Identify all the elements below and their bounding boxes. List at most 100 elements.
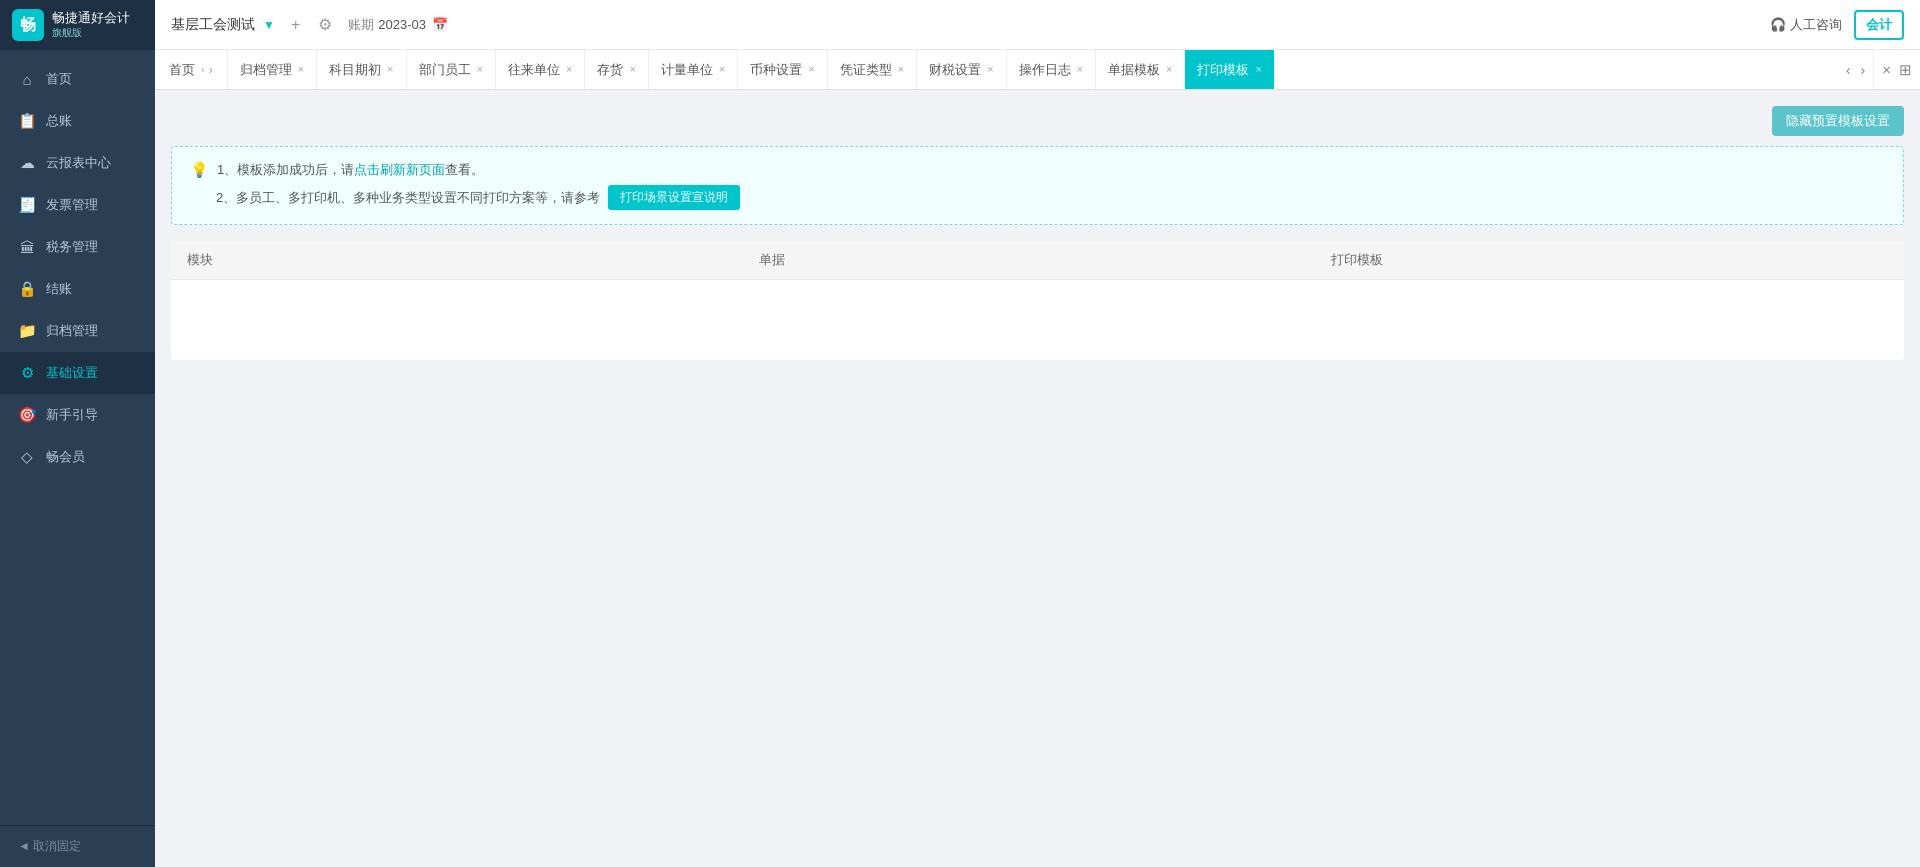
- calendar-icon[interactable]: 📅: [432, 17, 448, 32]
- tab-expand-button[interactable]: ⊞: [1899, 61, 1912, 79]
- tab-inventory-label: 存货: [597, 61, 623, 79]
- tab-vendor[interactable]: 往来单位 ×: [496, 50, 585, 89]
- tab-nav-arrows: ‹ ›: [1838, 50, 1874, 89]
- tab-controls: × ⊞: [1874, 50, 1920, 89]
- sidebar-item-guide-label: 新手引导: [46, 406, 98, 424]
- th-module: 模块: [171, 251, 743, 269]
- tab-home-nav: ‹: [201, 64, 205, 75]
- tax-icon: 🏛: [18, 238, 36, 256]
- tab-tax-setting[interactable]: 财税设置 ×: [917, 50, 1006, 89]
- reports-icon: ☁: [18, 154, 36, 172]
- info-line1-text: 1、模板添加成功后，请: [217, 161, 354, 179]
- th-print-template: 打印模板: [1315, 251, 1904, 269]
- period-display: 账期 2023-03 📅: [348, 16, 448, 34]
- invoice-icon: 🧾: [18, 196, 36, 214]
- period-label: 账期: [348, 16, 374, 34]
- service-label: 人工咨询: [1790, 16, 1842, 34]
- sidebar-nav: ⌂ 首页 📋 总账 ☁ 云报表中心 🧾 发票管理 🏛 税务管理 🔒 结账 📁 归…: [0, 50, 155, 825]
- sidebar-item-archive-label: 归档管理: [46, 322, 98, 340]
- tab-single-receipt-close[interactable]: ×: [1166, 64, 1172, 75]
- tab-currency[interactable]: 币种设置 ×: [738, 50, 827, 89]
- company-settings-button[interactable]: ⚙: [314, 11, 336, 38]
- tab-archive-label: 归档管理: [240, 61, 292, 79]
- sidebar-item-reports-label: 云报表中心: [46, 154, 111, 172]
- sidebar-item-ledger[interactable]: 📋 总账: [0, 100, 155, 142]
- company-dropdown-icon: ▼: [263, 18, 275, 32]
- tab-home[interactable]: 首页 ‹ ›: [155, 50, 228, 89]
- tab-print-template-close[interactable]: ×: [1255, 64, 1261, 75]
- tab-tax-setting-close[interactable]: ×: [987, 64, 993, 75]
- period-value: 2023-03: [378, 17, 426, 32]
- tab-currency-close[interactable]: ×: [808, 64, 814, 75]
- tab-vendor-label: 往来单位: [508, 61, 560, 79]
- tab-unit-close[interactable]: ×: [719, 64, 725, 75]
- table-body: [171, 280, 1904, 360]
- add-company-button[interactable]: +: [287, 12, 304, 38]
- info-line-1: 💡 1、模板添加成功后，请 点击刷新新页面 查看。: [190, 161, 1885, 179]
- bulb-icon: 💡: [190, 161, 209, 179]
- tab-operation-log[interactable]: 操作日志 ×: [1007, 50, 1096, 89]
- tab-operation-log-close[interactable]: ×: [1077, 64, 1083, 75]
- logo-title: 畅捷通好会计: [52, 10, 130, 27]
- topbar-actions: + ⚙: [287, 11, 336, 38]
- sidebar-unpin[interactable]: ◄ 取消固定: [0, 825, 155, 867]
- tab-inventory[interactable]: 存货 ×: [585, 50, 648, 89]
- sidebar-unpin-label: ◄ 取消固定: [18, 838, 81, 855]
- sidebar-item-reports[interactable]: ☁ 云报表中心: [0, 142, 155, 184]
- tab-home-label: 首页: [169, 61, 195, 79]
- tab-operation-log-label: 操作日志: [1019, 61, 1071, 79]
- tab-voucher-type-close[interactable]: ×: [898, 64, 904, 75]
- guide-icon: 🎯: [18, 406, 36, 424]
- tab-subject-close[interactable]: ×: [387, 64, 393, 75]
- tab-department-close[interactable]: ×: [477, 64, 483, 75]
- customer-service-button[interactable]: 🎧 人工咨询: [1770, 16, 1842, 34]
- tab-single-receipt[interactable]: 单据模板 ×: [1096, 50, 1185, 89]
- hide-template-button[interactable]: 隐藏预置模板设置: [1772, 106, 1904, 136]
- refresh-link[interactable]: 点击刷新新页面: [354, 161, 445, 179]
- company-name: 基层工会测试: [171, 16, 255, 34]
- sidebar-item-home[interactable]: ⌂ 首页: [0, 58, 155, 100]
- sidebar-item-closing[interactable]: 🔒 结账: [0, 268, 155, 310]
- tab-next-button[interactable]: ›: [1857, 60, 1870, 80]
- headset-icon: 🎧: [1770, 17, 1786, 32]
- sidebar-item-tax[interactable]: 🏛 税务管理: [0, 226, 155, 268]
- sidebar-item-archive[interactable]: 📁 归档管理: [0, 310, 155, 352]
- tab-unit[interactable]: 计量单位 ×: [649, 50, 738, 89]
- closing-icon: 🔒: [18, 280, 36, 298]
- tab-vendor-close[interactable]: ×: [566, 64, 572, 75]
- main-area: 基层工会测试 ▼ + ⚙ 账期 2023-03 📅 🎧 人工咨询 会计 首页 ‹…: [155, 0, 1920, 867]
- tab-voucher-type[interactable]: 凭证类型 ×: [828, 50, 917, 89]
- sidebar-item-home-label: 首页: [46, 70, 72, 88]
- tab-archive-close[interactable]: ×: [298, 64, 304, 75]
- archive-icon: 📁: [18, 322, 36, 340]
- topbar-right: 🎧 人工咨询 会计: [1770, 10, 1904, 40]
- tab-print-template[interactable]: 打印模板 ×: [1185, 50, 1274, 89]
- sidebar-item-invoice[interactable]: 🧾 发票管理: [0, 184, 155, 226]
- info-box: 💡 1、模板添加成功后，请 点击刷新新页面 查看。 2、多员工、多打印机、多种业…: [171, 146, 1904, 225]
- sidebar-item-guide[interactable]: 🎯 新手引导: [0, 394, 155, 436]
- table-header: 模块 单据 打印模板: [171, 241, 1904, 280]
- sidebar-item-settings[interactable]: ⚙ 基础设置: [0, 352, 155, 394]
- print-scene-button[interactable]: 打印场景设置宣说明: [608, 185, 740, 210]
- tab-inventory-close[interactable]: ×: [629, 64, 635, 75]
- tab-print-template-label: 打印模板: [1197, 61, 1249, 79]
- logo-icon: 畅: [12, 9, 44, 41]
- info-line-2: 2、多员工、多打印机、多种业务类型设置不同打印方案等，请参考 打印场景设置宣说明: [190, 185, 1885, 210]
- sidebar-item-settings-label: 基础设置: [46, 364, 98, 382]
- account-type-badge[interactable]: 会计: [1854, 10, 1904, 40]
- tab-nav-icon: ›: [209, 63, 213, 77]
- sidebar-item-member[interactable]: ◇ 畅会员: [0, 436, 155, 478]
- tab-department[interactable]: 部门员工 ×: [407, 50, 496, 89]
- tab-department-label: 部门员工: [419, 61, 471, 79]
- tab-close-all-button[interactable]: ×: [1882, 61, 1891, 78]
- tab-subject[interactable]: 科目期初 ×: [317, 50, 406, 89]
- sidebar-logo: 畅 畅捷通好会计 旗舰版: [0, 0, 155, 50]
- company-selector[interactable]: 基层工会测试 ▼: [171, 16, 275, 34]
- tab-archive[interactable]: 归档管理 ×: [228, 50, 317, 89]
- member-icon: ◇: [18, 448, 36, 466]
- tab-tax-setting-label: 财税设置: [929, 61, 981, 79]
- sidebar: 畅 畅捷通好会计 旗舰版 ⌂ 首页 📋 总账 ☁ 云报表中心 🧾 发票管理 🏛 …: [0, 0, 155, 867]
- th-receipt: 单据: [743, 251, 1315, 269]
- sidebar-item-ledger-label: 总账: [46, 112, 72, 130]
- tab-prev-button[interactable]: ‹: [1842, 60, 1855, 80]
